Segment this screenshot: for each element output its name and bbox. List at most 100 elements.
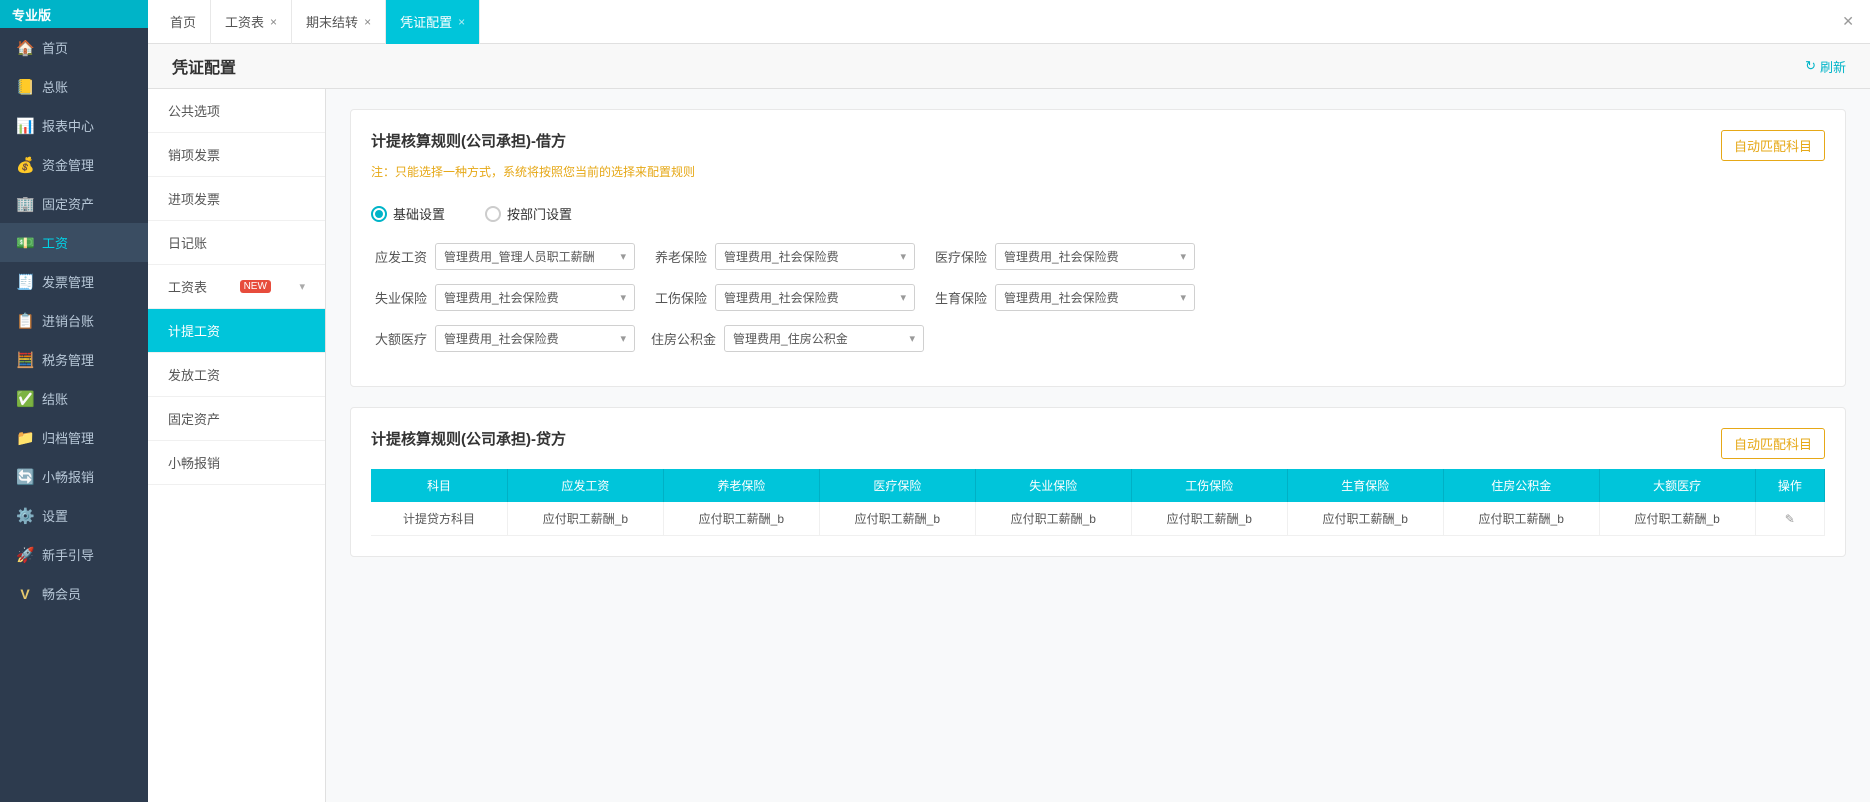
fund-icon: 💰 — [16, 156, 34, 174]
sub-nav-item-issue-payroll[interactable]: 发放工资 — [148, 353, 325, 397]
td-injury: 应付职工薪酬_b — [1131, 502, 1287, 536]
th-action: 操作 — [1755, 469, 1824, 502]
td-medical: 应付职工薪酬_b — [819, 502, 975, 536]
select-large-medical[interactable]: 管理费用_社会保险费 ▾ — [435, 325, 635, 352]
tab-payroll-table-close[interactable]: × — [270, 15, 277, 29]
sidebar-item-xiaochange-expense[interactable]: 🔄 小畅报销 — [0, 457, 148, 496]
select-housing-fund-value: 管理费用_住房公积金 — [733, 330, 848, 347]
debit-auto-match-button[interactable]: 自动匹配科目 — [1721, 130, 1825, 161]
table-header-row: 科目 应发工资 养老保险 医疗保险 失业保险 工伤保险 生育保险 住房公积金 大… — [371, 469, 1825, 502]
field-pension: 养老保险 管理费用_社会保险费 ▾ — [651, 243, 915, 270]
sub-nav-item-input-invoice[interactable]: 进项发票 — [148, 177, 325, 221]
field-maternity: 生育保险 管理费用_社会保险费 ▾ — [931, 284, 1195, 311]
sidebar-item-label: 工资 — [42, 233, 68, 252]
sidebar-item-fixed-assets[interactable]: 🏢 固定资产 — [0, 184, 148, 223]
tabs-bar-right: ✕ — [1834, 9, 1862, 34]
select-salary-value: 管理费用_管理人员职工薪酬 — [444, 248, 595, 265]
edit-icon[interactable]: ✎ — [1785, 512, 1795, 526]
sidebar-item-fund-mgmt[interactable]: 💰 资金管理 — [0, 145, 148, 184]
sidebar-item-settings[interactable]: ⚙️ 设置 — [0, 496, 148, 535]
sidebar-item-label: 归档管理 — [42, 428, 94, 447]
sidebar-item-label: 发票管理 — [42, 272, 94, 291]
tab-home[interactable]: 首页 — [156, 0, 211, 44]
sub-nav-item-cancel-invoice[interactable]: 销项发票 — [148, 133, 325, 177]
tab-payroll-table-label: 工资表 — [225, 12, 264, 31]
credit-section-header: 计提核算规则(公司承担)-贷方 自动匹配科目 — [371, 428, 1825, 461]
chevron-down-icon: ▾ — [909, 332, 915, 345]
sidebar-item-label: 资金管理 — [42, 155, 94, 174]
sub-nav-item-petty-expense[interactable]: 小畅报销 — [148, 441, 325, 485]
sidebar-item-label: 报表中心 — [42, 116, 94, 135]
main-area: 首页 工资表 × 期末结转 × 凭证配置 × ✕ 凭证配置 ↻ 刷新 公共选项 — [148, 0, 1870, 802]
select-pension-value: 管理费用_社会保险费 — [724, 248, 839, 265]
select-maternity[interactable]: 管理费用_社会保险费 ▾ — [995, 284, 1195, 311]
sidebar-item-new-guide[interactable]: 🚀 新手引导 — [0, 535, 148, 574]
field-housing-fund: 住房公积金 管理费用_住房公积金 ▾ — [651, 325, 924, 352]
page-header: 凭证配置 ↻ 刷新 — [148, 44, 1870, 89]
td-housing-fund: 应付职工薪酬_b — [1443, 502, 1599, 536]
refresh-button[interactable]: ↻ 刷新 — [1805, 57, 1846, 76]
tax-icon: 🧮 — [16, 351, 34, 369]
sidebar-item-invoice-mgmt[interactable]: 🧾 发票管理 — [0, 262, 148, 301]
sidebar-item-closing[interactable]: ✅ 结账 — [0, 379, 148, 418]
sidebar-item-purchase-sales[interactable]: 📋 进销台账 — [0, 301, 148, 340]
sidebar-item-general-ledger[interactable]: 📒 总账 — [0, 67, 148, 106]
select-injury[interactable]: 管理费用_社会保险费 ▾ — [715, 284, 915, 311]
credit-table: 科目 应发工资 养老保险 医疗保险 失业保险 工伤保险 生育保险 住房公积金 大… — [371, 469, 1825, 536]
select-salary[interactable]: 管理费用_管理人员职工薪酬 ▾ — [435, 243, 635, 270]
chevron-down-icon: ▾ — [900, 250, 906, 263]
sidebar-item-tax-mgmt[interactable]: 🧮 税务管理 — [0, 340, 148, 379]
radio-dept-label: 按部门设置 — [507, 204, 572, 223]
th-unemployment: 失业保险 — [975, 469, 1131, 502]
chevron-down-icon: ▾ — [620, 291, 626, 304]
chevron-down-icon: ▾ — [1180, 250, 1186, 263]
select-injury-value: 管理费用_社会保险费 — [724, 289, 839, 306]
tab-voucher-config-close[interactable]: × — [458, 15, 465, 29]
chevron-down-icon: ▾ — [1180, 291, 1186, 304]
sub-nav-label: 工资表 — [168, 277, 207, 296]
sub-nav-label: 计提工资 — [168, 321, 220, 340]
tab-voucher-config[interactable]: 凭证配置 × — [386, 0, 480, 44]
sidebar-item-member[interactable]: V 畅会员 — [0, 574, 148, 613]
sub-nav-item-public-options[interactable]: 公共选项 — [148, 89, 325, 133]
sub-nav-label: 进项发票 — [168, 189, 220, 208]
tab-voucher-config-label: 凭证配置 — [400, 12, 452, 31]
sub-nav-item-payroll-table[interactable]: 工资表 NEW ▾ — [148, 265, 325, 309]
select-pension[interactable]: 管理费用_社会保险费 ▾ — [715, 243, 915, 270]
close-all-button[interactable]: ✕ — [1834, 9, 1862, 34]
sidebar-item-report-center[interactable]: 📊 报表中心 — [0, 106, 148, 145]
sidebar-item-payroll[interactable]: 💵 工资 — [0, 223, 148, 262]
chevron-down-icon: ▾ — [620, 332, 626, 345]
th-housing-fund: 住房公积金 — [1443, 469, 1599, 502]
content-area: 公共选项 销项发票 进项发票 日记账 工资表 NEW ▾ 计提工资 发放工资 — [148, 89, 1870, 802]
sidebar-item-label: 总账 — [42, 77, 68, 96]
sidebar-item-label: 小畅报销 — [42, 467, 94, 486]
td-subject: 计提贷方科目 — [371, 502, 507, 536]
tab-period-close-close[interactable]: × — [364, 15, 371, 29]
select-unemployment[interactable]: 管理费用_社会保险费 ▾ — [435, 284, 635, 311]
tab-period-close[interactable]: 期末结转 × — [292, 0, 386, 44]
td-salary: 应付职工薪酬_b — [507, 502, 663, 536]
sidebar-item-archive-mgmt[interactable]: 📁 归档管理 — [0, 418, 148, 457]
radio-dept-settings[interactable]: 按部门设置 — [485, 204, 572, 223]
sub-nav-item-calc-payroll[interactable]: 计提工资 — [148, 309, 325, 353]
expense-icon: 🔄 — [16, 468, 34, 486]
credit-auto-match-button[interactable]: 自动匹配科目 — [1721, 428, 1825, 459]
select-medical[interactable]: 管理费用_社会保险费 ▾ — [995, 243, 1195, 270]
label-maternity: 生育保险 — [931, 288, 987, 307]
sub-nav-item-fixed-assets-sub[interactable]: 固定资产 — [148, 397, 325, 441]
radio-basic-settings[interactable]: 基础设置 — [371, 204, 445, 223]
sidebar-item-label: 税务管理 — [42, 350, 94, 369]
tab-payroll-table[interactable]: 工资表 × — [211, 0, 292, 44]
field-injury: 工伤保险 管理费用_社会保险费 ▾ — [651, 284, 915, 311]
label-large-medical: 大额医疗 — [371, 329, 427, 348]
label-housing-fund: 住房公积金 — [651, 329, 716, 348]
select-housing-fund[interactable]: 管理费用_住房公积金 ▾ — [724, 325, 924, 352]
label-medical: 医疗保险 — [931, 247, 987, 266]
sidebar-item-home[interactable]: 🏠 首页 — [0, 28, 148, 67]
sub-nav-item-journal[interactable]: 日记账 — [148, 221, 325, 265]
invoice-icon: 🧾 — [16, 273, 34, 291]
td-action[interactable]: ✎ — [1755, 502, 1824, 536]
th-large-medical: 大额医疗 — [1599, 469, 1755, 502]
table-row: 计提贷方科目 应付职工薪酬_b 应付职工薪酬_b 应付职工薪酬_b 应付职工薪酬… — [371, 502, 1825, 536]
